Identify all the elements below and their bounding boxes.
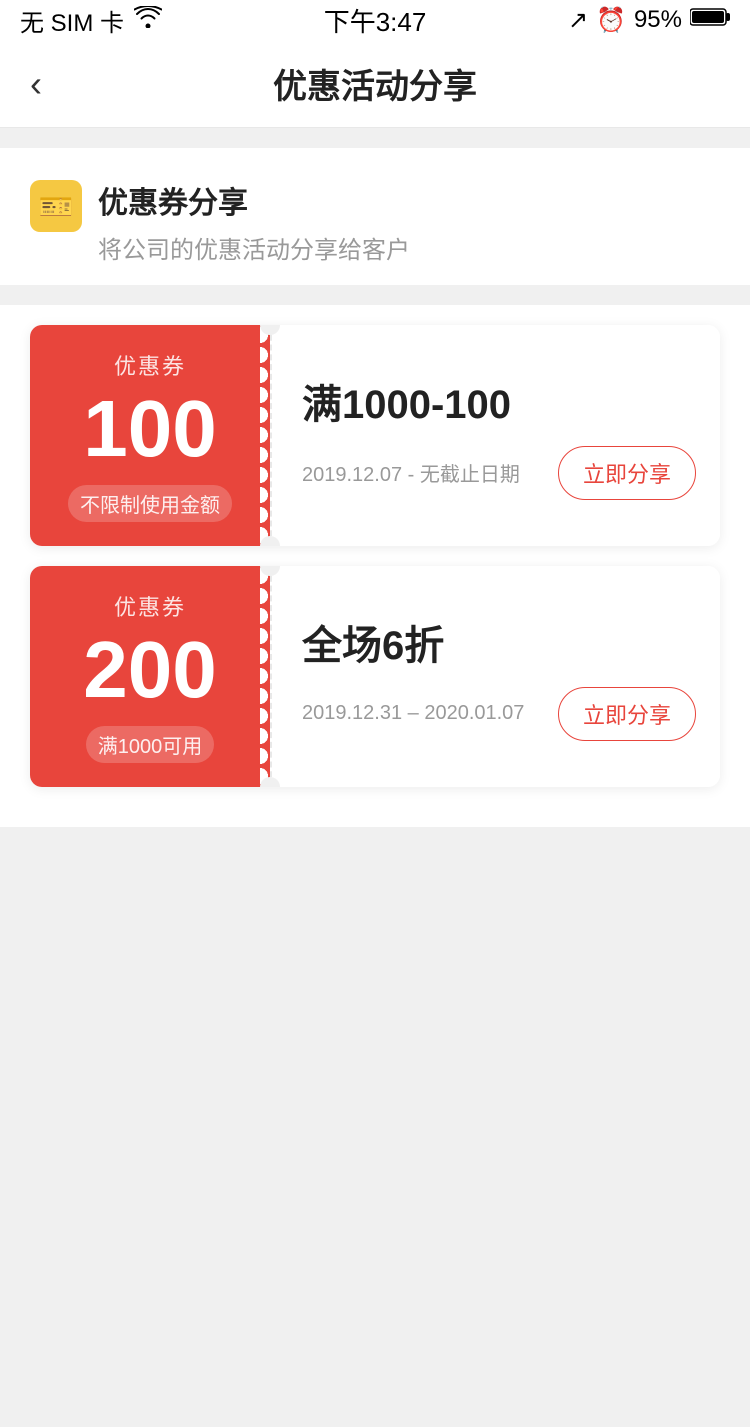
coupon-label-0: 优惠券	[114, 349, 186, 381]
status-time: 下午3:47	[324, 2, 427, 39]
coupon-right-1: 全场6折 2019.12.31 – 2020.01.07 立即分享	[270, 566, 720, 787]
share-button-0[interactable]: 立即分享	[558, 446, 696, 500]
coupon-bottom-0: 2019.12.07 - 无截止日期 立即分享	[302, 446, 696, 500]
battery-text: 95%	[634, 6, 682, 34]
section-text: 优惠券分享 将公司的优惠活动分享给客户	[98, 178, 410, 265]
carrier-text: 无 SIM 卡	[20, 3, 124, 38]
wifi-icon	[134, 6, 162, 35]
coupon-title-1: 全场6折	[302, 613, 696, 671]
coupon-right-0: 满1000-100 2019.12.07 - 无截止日期 立即分享	[270, 325, 720, 546]
coupon-label-1: 优惠券	[114, 590, 186, 622]
nav-bar: ‹ 优惠活动分享	[0, 40, 750, 128]
coupon-list: 优惠券 100 不限制使用金额 满1000-100 2019.12.07 - 无…	[0, 305, 750, 827]
section-icon: 🎫	[30, 180, 82, 232]
battery-icon	[690, 6, 730, 34]
status-left: 无 SIM 卡	[20, 3, 162, 38]
coupon-condition-1: 满1000可用	[86, 726, 215, 763]
back-button[interactable]: ‹	[30, 63, 42, 105]
empty-area	[0, 827, 750, 1427]
alarm-icon: ⏰	[596, 6, 626, 35]
coupon-bottom-1: 2019.12.31 – 2020.01.07 立即分享	[302, 687, 696, 741]
coupon-amount-1: 200	[83, 630, 216, 710]
page-title: 优惠活动分享	[273, 59, 477, 108]
coupon-item: 优惠券 100 不限制使用金额 满1000-100 2019.12.07 - 无…	[30, 325, 720, 546]
status-bar: 无 SIM 卡 下午3:47 ↗ ⏰ 95%	[0, 0, 750, 40]
coupon-date-1: 2019.12.31 – 2020.01.07	[302, 702, 548, 725]
section-title: 优惠券分享	[98, 178, 410, 222]
coupon-left-0: 优惠券 100 不限制使用金额	[30, 325, 270, 546]
coupon-title-0: 满1000-100	[302, 372, 696, 430]
location-icon: ↗	[568, 6, 588, 35]
section-subtitle: 将公司的优惠活动分享给客户	[98, 230, 410, 265]
share-button-1[interactable]: 立即分享	[558, 687, 696, 741]
coupon-left-1: 优惠券 200 满1000可用	[30, 566, 270, 787]
coupon-amount-0: 100	[83, 389, 216, 469]
coupon-condition-0: 不限制使用金额	[68, 485, 232, 522]
coupon-date-0: 2019.12.07 - 无截止日期	[302, 458, 548, 487]
section-header: 🎫 优惠券分享 将公司的优惠活动分享给客户	[0, 148, 750, 285]
coupon-item-1: 优惠券 200 满1000可用 全场6折 2019.12.31 – 2020.0…	[30, 566, 720, 787]
coupon-icon: 🎫	[39, 190, 74, 223]
status-right: ↗ ⏰ 95%	[568, 6, 730, 35]
